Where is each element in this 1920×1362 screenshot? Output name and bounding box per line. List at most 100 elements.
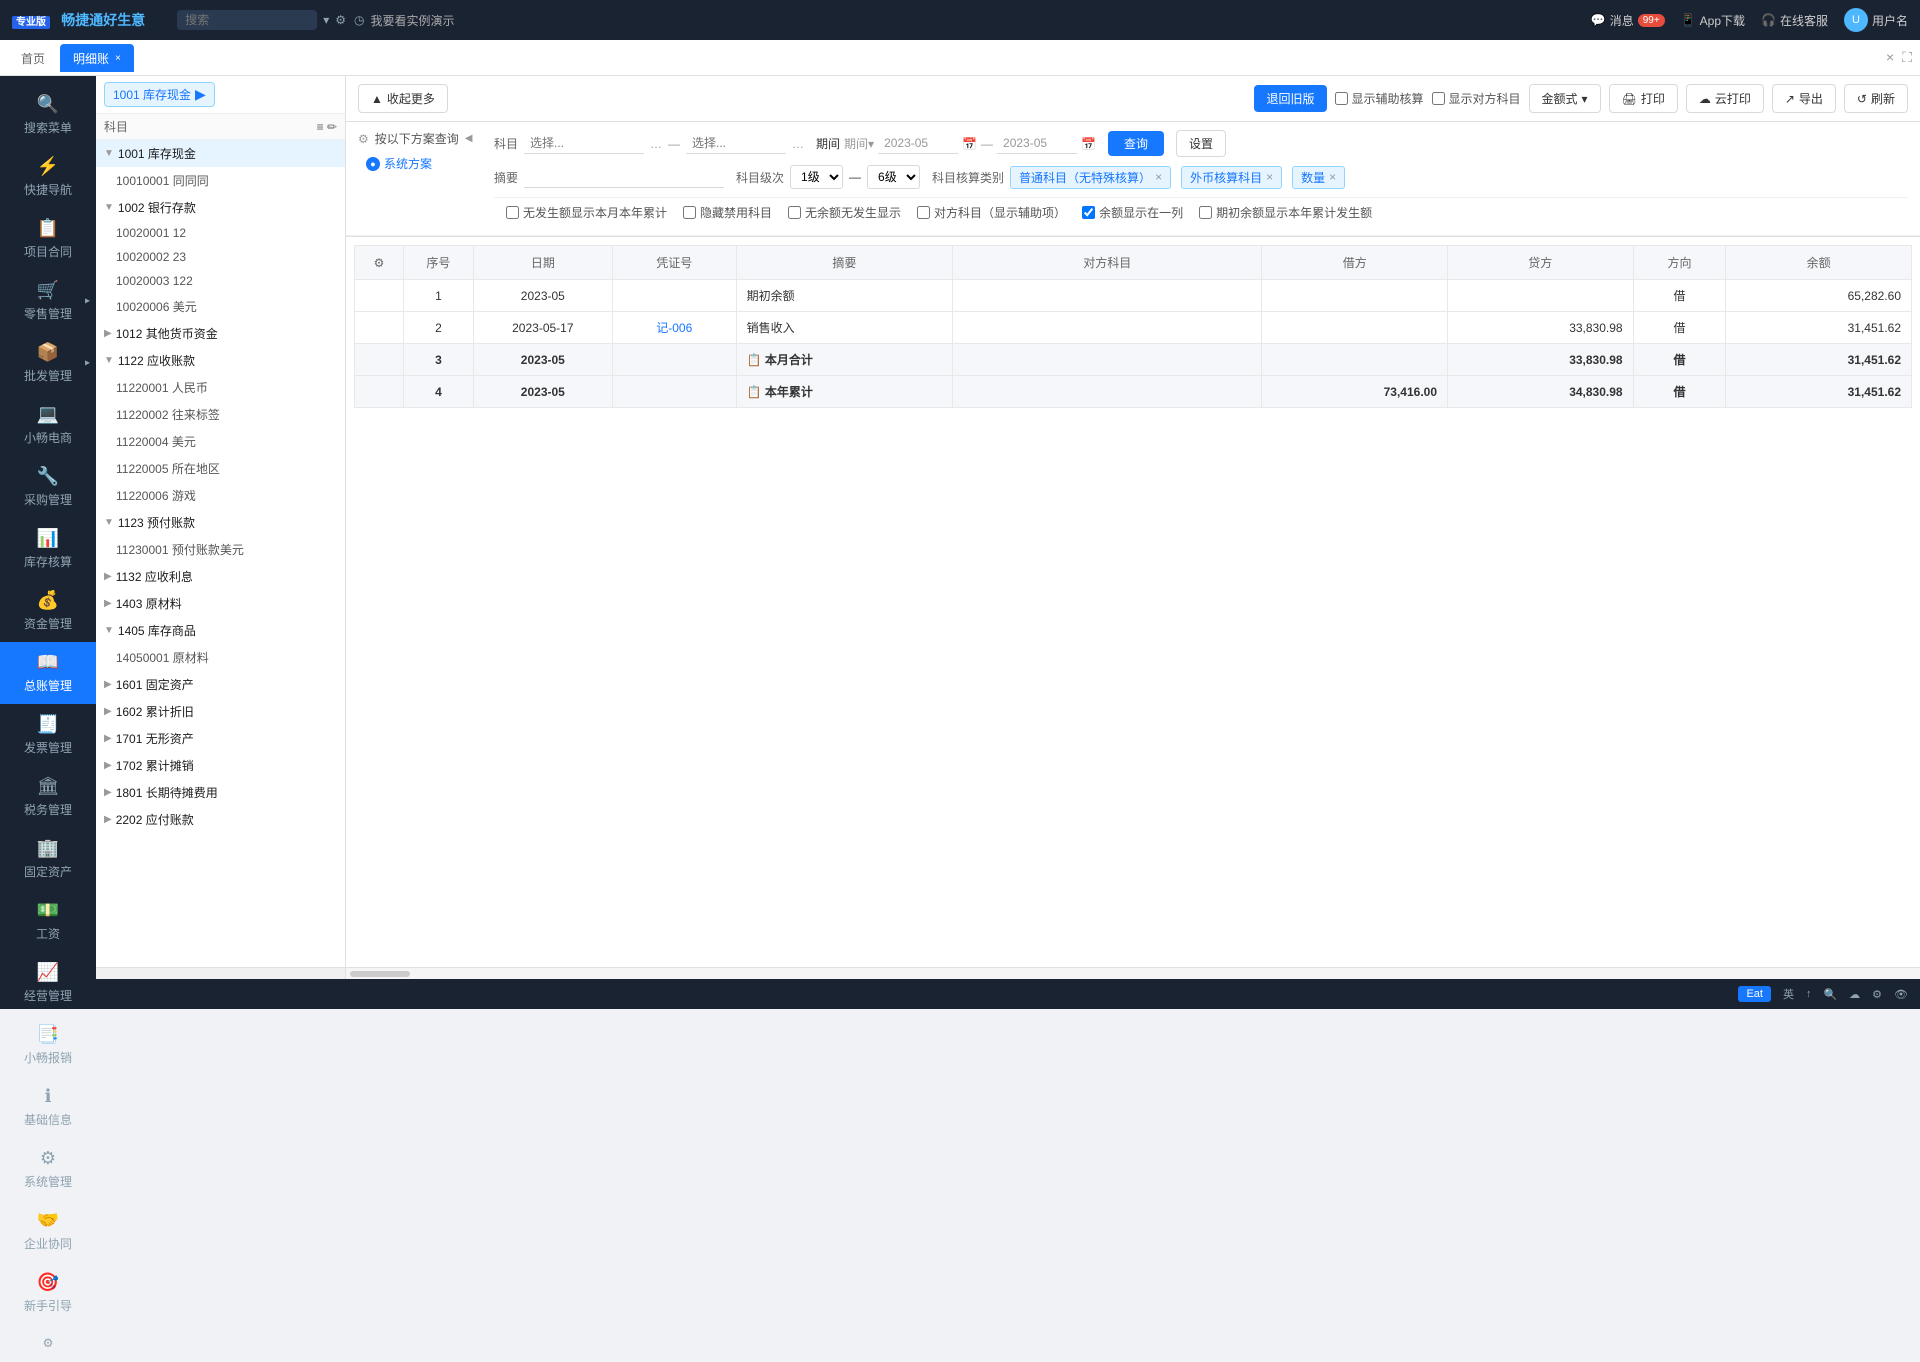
period-end-input[interactable] xyxy=(997,133,1077,154)
query-btn[interactable]: 查询 xyxy=(1108,131,1164,156)
sidebar-item-operations[interactable]: 📈 经营管理 xyxy=(0,952,96,1014)
subject-filter-input[interactable] xyxy=(524,133,644,154)
level-end-select[interactable]: 6级1级2级3级4级5级 xyxy=(867,165,920,189)
checkbox-opening-input[interactable] xyxy=(1199,206,1212,219)
scheme-collapse-icon[interactable]: ◀ xyxy=(465,133,473,144)
tree-item-1403[interactable]: ▶ 1403 原材料 xyxy=(96,590,345,617)
settings-icon[interactable]: ⚙ xyxy=(335,13,346,27)
show-aux-checkbox[interactable]: 显示辅助核算 xyxy=(1335,90,1424,107)
calc-tag-normal[interactable]: 普通科目（无特殊核算） × xyxy=(1010,166,1171,189)
status-arrow-icon[interactable]: ↑ xyxy=(1806,988,1812,1000)
tree-item-10020003[interactable]: 10020003 122 xyxy=(96,269,345,293)
calc-tag-qty[interactable]: 数量 × xyxy=(1292,166,1345,189)
summary-input[interactable] xyxy=(524,167,724,188)
sidebar-item-tax[interactable]: 🏛 税务管理 xyxy=(0,766,96,828)
sidebar-item-base[interactable]: ℹ 基础信息 xyxy=(0,1076,96,1138)
tree-item-11220006[interactable]: 11220006 游戏 xyxy=(96,482,345,509)
tree-item-1702[interactable]: ▶ 1702 累计摊销 xyxy=(96,752,345,779)
show-contra-input[interactable] xyxy=(1432,92,1445,105)
tree-item-11220001[interactable]: 11220001 人民币 xyxy=(96,374,345,401)
sidebar-item-ledger[interactable]: 📖 总账管理 xyxy=(0,642,96,704)
tree-item-1602[interactable]: ▶ 1602 累计折旧 xyxy=(96,698,345,725)
nav-right-arrow[interactable]: ▶ xyxy=(195,86,206,103)
sidebar-item-finance[interactable]: 💰 资金管理 xyxy=(0,580,96,642)
tree-item-1132[interactable]: ▶ 1132 应收利息 xyxy=(96,563,345,590)
calc-tag-qty-remove[interactable]: × xyxy=(1329,170,1336,184)
tree-item-11220005[interactable]: 11220005 所在地区 xyxy=(96,455,345,482)
period-start-input[interactable] xyxy=(878,133,958,154)
subject-end-more-icon[interactable]: … xyxy=(792,137,804,151)
status-settings-icon[interactable]: ⚙ xyxy=(1872,988,1882,1001)
sidebar-item-quicknav[interactable]: ⚡ 快捷导航 xyxy=(0,146,96,208)
refresh-btn[interactable]: ↺ 刷新 xyxy=(1844,84,1908,113)
print-btn[interactable]: 🖨 打印 xyxy=(1609,84,1678,113)
sidebar-settings-btn[interactable]: ⚙ xyxy=(31,1324,66,1362)
period-type-toggle[interactable]: 期间▾ xyxy=(844,135,874,152)
top-search-input[interactable] xyxy=(177,10,317,30)
calc-tag-forex-remove[interactable]: × xyxy=(1266,170,1273,184)
sidebar-item-expense[interactable]: 📑 小畅报销 xyxy=(0,1014,96,1076)
tree-item-1601[interactable]: ▶ 1601 固定资产 xyxy=(96,671,345,698)
tree-item-10020001[interactable]: 10020001 12 xyxy=(96,221,345,245)
tab-ledger[interactable]: 明细账 × xyxy=(60,44,134,72)
user-info[interactable]: U 用户名 xyxy=(1844,8,1908,32)
status-search-icon[interactable]: 🔍 xyxy=(1823,988,1837,1001)
tree-item-1405[interactable]: ▼ 1405 库存商品 xyxy=(96,617,345,644)
sidebar-item-system[interactable]: ⚙ 系统管理 xyxy=(0,1138,96,1200)
tab-expand-icon[interactable]: ⛶ xyxy=(1902,49,1912,66)
tree-item-1122[interactable]: ▼ 1122 应收账款 xyxy=(96,347,345,374)
checkbox-hide-disabled[interactable]: 隐藏禁用科目 xyxy=(683,204,772,221)
row1-settings[interactable] xyxy=(355,280,404,312)
subject-filter-end-input[interactable] xyxy=(686,133,786,154)
amount-format-btn[interactable]: 金额式 ▾ xyxy=(1529,84,1601,113)
tab-close-all-icon[interactable]: × xyxy=(1886,49,1894,66)
row4-settings[interactable] xyxy=(355,376,404,408)
tree-item-1002[interactable]: ▼ 1002 银行存款 xyxy=(96,194,345,221)
period-calendar-end[interactable]: 📅 xyxy=(1081,137,1096,151)
calc-tag-normal-remove[interactable]: × xyxy=(1155,170,1162,184)
tree-item-1123[interactable]: ▼ 1123 预付账款 xyxy=(96,509,345,536)
export-btn[interactable]: ↗ 导出 xyxy=(1772,84,1836,113)
sidebar-item-invoice[interactable]: 🧾 发票管理 xyxy=(0,704,96,766)
sidebar-item-inventory[interactable]: 📊 库存核算 xyxy=(0,518,96,580)
sidebar-item-project[interactable]: 📋 项目合同 xyxy=(0,208,96,270)
th-settings[interactable]: ⚙ xyxy=(355,246,404,280)
selected-subject[interactable]: 1001 库存现金 ▶ xyxy=(104,82,215,107)
sidebar-item-assets[interactable]: 🏢 固定资产 xyxy=(0,828,96,890)
sidebar-item-collab[interactable]: 🤝 企业协同 xyxy=(0,1200,96,1262)
tree-item-11230001[interactable]: 11230001 预付账款美元 xyxy=(96,536,345,563)
demo-link[interactable]: ◷ 我要看实例演示 xyxy=(354,12,455,29)
tree-item-11220002[interactable]: 11220002 往来标签 xyxy=(96,401,345,428)
checkbox-contra-input[interactable] xyxy=(917,206,930,219)
checkbox-no-amount[interactable]: 无发生额显示本月本年累计 xyxy=(506,204,667,221)
row2-voucher-link[interactable]: 记-006 xyxy=(656,321,692,335)
sidebar-item-retail[interactable]: 🛒 零售管理 ▸ xyxy=(0,270,96,332)
status-eye-icon[interactable]: 👁 xyxy=(1894,988,1908,1001)
level-start-select[interactable]: 1级2级3级4级5级6级 xyxy=(790,165,843,189)
tab-ledger-close[interactable]: × xyxy=(115,53,121,64)
cloud-print-btn[interactable]: ☁ 云打印 xyxy=(1686,84,1764,113)
show-contra-checkbox[interactable]: 显示对方科目 xyxy=(1432,90,1521,107)
dropdown-icon[interactable]: ▾ xyxy=(323,13,329,27)
calc-tag-forex[interactable]: 外币核算科目 × xyxy=(1181,166,1282,189)
row2-settings[interactable] xyxy=(355,312,404,344)
tree-item-1012[interactable]: ▶ 1012 其他货币资金 xyxy=(96,320,345,347)
system-scheme-item[interactable]: ● 系统方案 xyxy=(358,151,478,176)
checkbox-opening[interactable]: 期初余额显示本年累计发生额 xyxy=(1199,204,1372,221)
checkbox-balance-col-input[interactable] xyxy=(1082,206,1095,219)
edit-icon[interactable]: ✏ xyxy=(327,120,337,134)
tree-item-10010001[interactable]: 10010001 同同同 xyxy=(96,167,345,194)
tree-item-10020006[interactable]: 10020006 美元 xyxy=(96,293,345,320)
row2-voucher[interactable]: 记-006 xyxy=(612,312,736,344)
subject-more-icon[interactable]: … xyxy=(650,137,662,151)
tree-item-1801[interactable]: ▶ 1801 长期待摊费用 xyxy=(96,779,345,806)
checkbox-no-balance[interactable]: 无余额无发生显示 xyxy=(788,204,901,221)
show-aux-input[interactable] xyxy=(1335,92,1348,105)
app-download-item[interactable]: 📱 App下载 xyxy=(1681,12,1745,29)
checkbox-contra[interactable]: 对方科目（显示辅助项） xyxy=(917,204,1066,221)
collapse-more-btn[interactable]: ▲ 收起更多 xyxy=(358,84,448,113)
setting-btn[interactable]: 设置 xyxy=(1176,130,1226,157)
list-icon[interactable]: ≡ xyxy=(317,120,324,134)
tree-item-2202[interactable]: ▶ 2202 应付账款 xyxy=(96,806,345,833)
tree-item-11220004[interactable]: 11220004 美元 xyxy=(96,428,345,455)
